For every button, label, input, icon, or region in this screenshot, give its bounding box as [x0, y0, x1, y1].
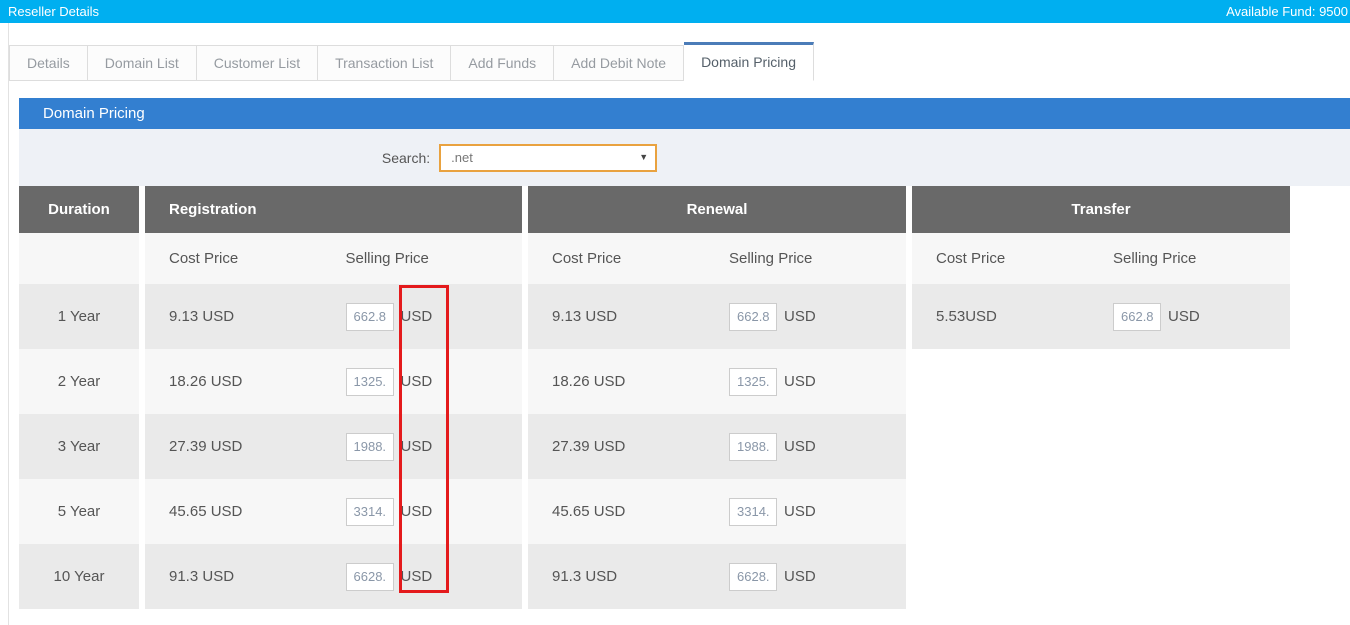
registration-selling-input[interactable]: [345, 497, 394, 526]
tld-select[interactable]: .net: [439, 143, 658, 172]
renewal-selling-input[interactable]: [729, 432, 777, 461]
renewal-cost: 18.26 USD: [552, 373, 626, 390]
registration-selling-input[interactable]: [345, 432, 394, 461]
registration-selling-input[interactable]: [345, 562, 394, 591]
registration-header: Registration: [145, 186, 522, 233]
table-row: 91.3 USD USD: [528, 544, 906, 609]
search-label: Search:: [381, 149, 431, 166]
currency-label: USD: [784, 308, 816, 325]
selling-price-label: Selling Price: [345, 250, 429, 267]
renewal-selling-input[interactable]: [729, 562, 777, 591]
page-title: Reseller Details: [8, 4, 100, 19]
tab-domain-list[interactable]: Domain List: [87, 45, 197, 81]
currency-label: USD: [784, 568, 816, 585]
renewal-cost: 9.13 USD: [552, 308, 618, 325]
table-row: 9.13 USD USD: [528, 284, 906, 349]
tab-customer-list[interactable]: Customer List: [196, 45, 319, 81]
renewal-selling-input[interactable]: [729, 367, 777, 396]
registration-cost: 27.39 USD: [169, 438, 243, 455]
currency-label: USD: [400, 373, 433, 390]
panel-header: Domain Pricing: [19, 98, 1350, 129]
duration-header: Duration: [19, 186, 139, 233]
currency-label: USD: [784, 373, 816, 390]
tab-strip: Details Domain List Customer List Transa…: [9, 42, 1350, 81]
table-row: 45.65 USD USD: [528, 479, 906, 544]
available-fund: Available Fund: 9500: [1226, 4, 1348, 19]
transfer-subheader: Cost Price Selling Price: [912, 233, 1290, 284]
tab-add-debit-note[interactable]: Add Debit Note: [554, 45, 685, 81]
table-row: 91.3 USD USD: [145, 544, 522, 609]
cost-price-label: Cost Price: [936, 250, 1006, 267]
duration-cell: 1 Year: [19, 284, 139, 349]
registration-cost: 45.65 USD: [169, 503, 243, 520]
duration-cell: 10 Year: [19, 544, 139, 609]
currency-label: USD: [400, 438, 433, 455]
renewal-cost: 91.3 USD: [552, 568, 618, 585]
pricing-tables: Duration 1 Year 2 Year 3 Year 5 Year 10 …: [19, 186, 1350, 609]
transfer-selling-input[interactable]: [1113, 302, 1161, 331]
table-row: 27.39 USD USD: [145, 414, 522, 479]
registration-selling-input[interactable]: [345, 367, 394, 396]
currency-label: USD: [400, 568, 433, 585]
transfer-table: Transfer Cost Price Selling Price 5.53US…: [912, 186, 1290, 609]
renewal-cost: 45.65 USD: [552, 503, 626, 520]
renewal-cost: 27.39 USD: [552, 438, 626, 455]
transfer-cost: 5.53USD: [936, 308, 997, 325]
duration-table: Duration 1 Year 2 Year 3 Year 5 Year 10 …: [19, 186, 139, 609]
tab-transaction-list[interactable]: Transaction List: [318, 45, 452, 81]
currency-label: USD: [1168, 308, 1200, 325]
duration-cell: 3 Year: [19, 414, 139, 479]
currency-label: USD: [784, 503, 816, 520]
transfer-header: Transfer: [912, 186, 1290, 233]
cost-price-label: Cost Price: [552, 250, 622, 267]
duration-subheader: [19, 233, 139, 284]
table-row: 45.65 USD USD: [145, 479, 522, 544]
table-row: 18.26 USD USD: [145, 349, 522, 414]
duration-cell: 5 Year: [19, 479, 139, 544]
table-row: 18.26 USD USD: [528, 349, 906, 414]
renewal-selling-input[interactable]: [729, 497, 777, 526]
registration-subheader: Cost Price Selling Price: [145, 233, 522, 284]
cost-price-label: Cost Price: [169, 250, 239, 267]
page-panel: Details Domain List Customer List Transa…: [8, 23, 1350, 625]
registration-cost: 18.26 USD: [169, 373, 243, 390]
renewal-selling-input[interactable]: [729, 302, 777, 331]
renewal-table: Renewal Cost Price Selling Price 9.13 US…: [528, 186, 906, 609]
tab-add-funds[interactable]: Add Funds: [451, 45, 555, 81]
table-row: 27.39 USD USD: [528, 414, 906, 479]
selling-price-label: Selling Price: [1113, 250, 1197, 267]
duration-cell: 2 Year: [19, 349, 139, 414]
renewal-header: Renewal: [528, 186, 906, 233]
registration-cost: 9.13 USD: [169, 308, 235, 325]
top-bar: Reseller Details Available Fund: 9500: [0, 0, 1350, 23]
table-row: 9.13 USD USD: [145, 284, 522, 349]
currency-label: USD: [784, 438, 816, 455]
renewal-subheader: Cost Price Selling Price: [528, 233, 906, 284]
currency-label: USD: [400, 503, 433, 520]
registration-table: Registration Cost Price Selling Price 9.…: [145, 186, 522, 609]
registration-selling-input[interactable]: [345, 302, 394, 331]
tab-details[interactable]: Details: [9, 45, 88, 81]
registration-cost: 91.3 USD: [169, 568, 235, 585]
table-row: 5.53USD USD: [912, 284, 1290, 349]
tab-content: Domain Pricing Search: .net ▼ Duration 1…: [9, 81, 1350, 609]
tab-domain-pricing[interactable]: Domain Pricing: [684, 42, 814, 81]
selling-price-label: Selling Price: [729, 250, 813, 267]
search-row: Search: .net ▼: [19, 129, 1350, 186]
currency-label: USD: [400, 308, 433, 325]
